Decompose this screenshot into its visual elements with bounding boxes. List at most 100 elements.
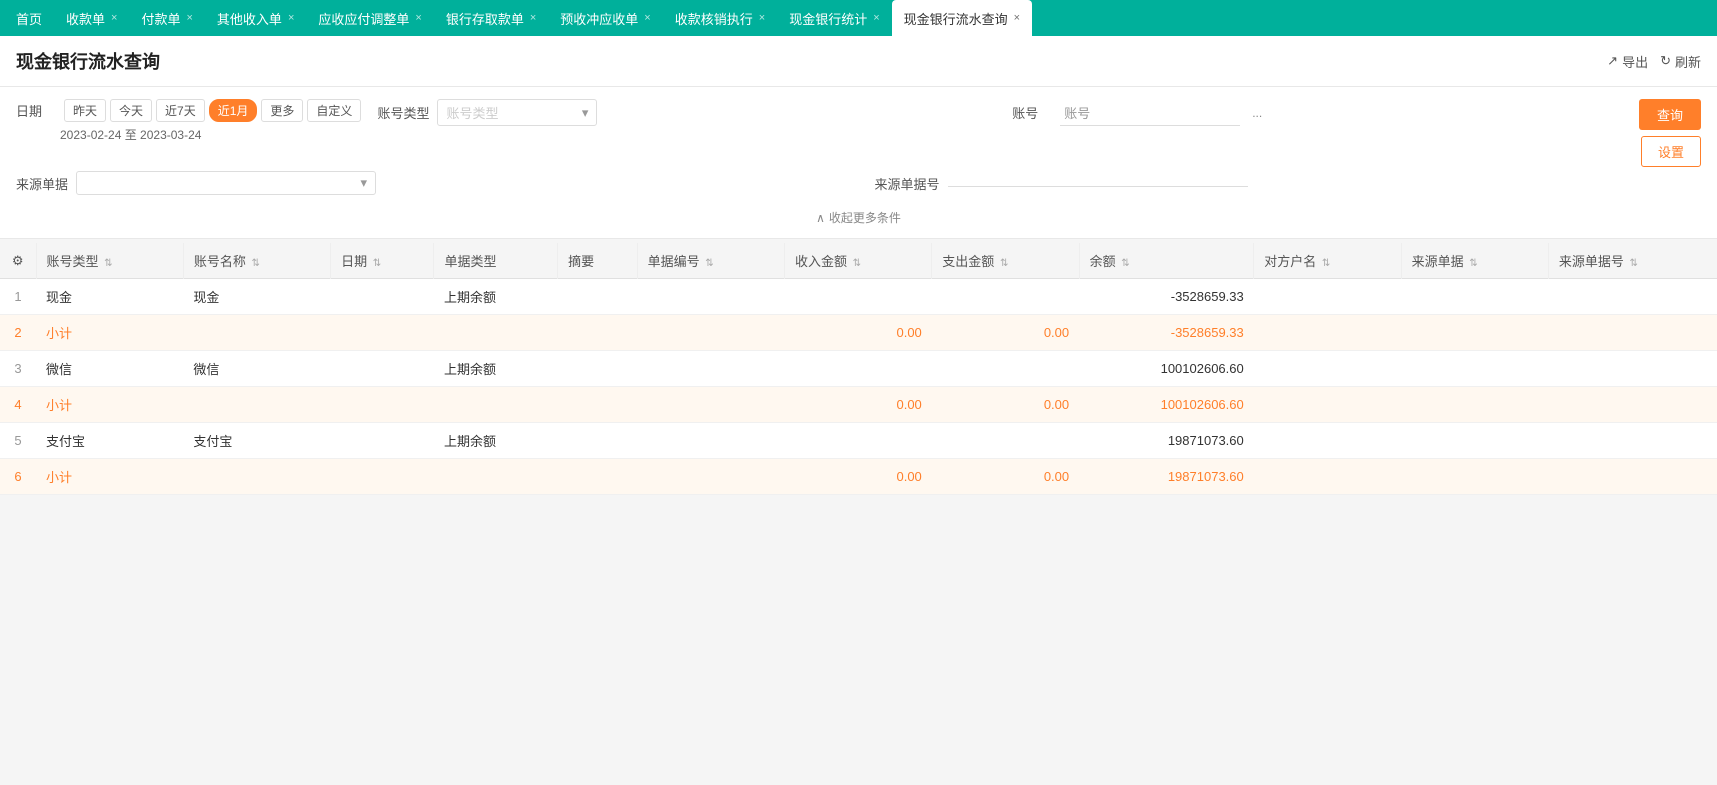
close-icon[interactable]: ×	[415, 12, 421, 24]
table-row[interactable]: 1现金现金上期余额-3528659.33	[0, 279, 1717, 315]
th-settings[interactable]: ⚙	[0, 243, 36, 279]
nav-item-payment[interactable]: 付款单 ×	[129, 0, 204, 36]
cell-source_bill_no	[1548, 387, 1717, 423]
page-title: 现金银行流水查询	[16, 48, 160, 74]
cell-index: 4	[0, 387, 36, 423]
close-icon[interactable]: ×	[1014, 12, 1020, 24]
th-expense[interactable]: 支出金额 ⇅	[932, 243, 1079, 279]
sort-icon: ⇅	[373, 258, 381, 269]
cell-income	[784, 351, 931, 387]
refresh-button[interactable]: ↻ 刷新	[1660, 52, 1701, 71]
close-icon[interactable]: ×	[530, 12, 536, 24]
sort-icon: ⇅	[104, 258, 112, 269]
date-btn-custom[interactable]: 自定义	[307, 99, 361, 122]
close-icon[interactable]: ×	[873, 12, 879, 24]
date-btn-yesterday[interactable]: 昨天	[64, 99, 106, 122]
cell-bill_no	[637, 351, 784, 387]
th-date[interactable]: 日期 ⇅	[331, 243, 434, 279]
account-input[interactable]: 账号	[1060, 100, 1240, 126]
th-account-type[interactable]: 账号类型 ⇅	[36, 243, 183, 279]
cell-date	[331, 315, 434, 351]
close-icon[interactable]: ×	[186, 12, 192, 24]
nav-item-statistics[interactable]: 现金银行统计 ×	[777, 0, 891, 36]
cell-source_bill_no	[1548, 459, 1717, 495]
more-icon[interactable]: ...	[1252, 106, 1262, 120]
collapse-label: 收起更多条件	[829, 209, 901, 226]
nav-label-other-income: 其他收入单	[217, 9, 282, 28]
cell-account_name: 微信	[183, 351, 330, 387]
table-row[interactable]: 2小计0.000.00-3528659.33	[0, 315, 1717, 351]
th-bill-type[interactable]: 单据类型	[434, 243, 558, 279]
table-row[interactable]: 6小计0.000.0019871073.60	[0, 459, 1717, 495]
nav-label-flow-query: 现金银行流水查询	[904, 9, 1008, 28]
th-source-bill-no[interactable]: 来源单据号 ⇅	[1548, 243, 1717, 279]
cell-bill_no	[637, 423, 784, 459]
nav-item-verify[interactable]: 收款核销执行 ×	[663, 0, 777, 36]
cell-account_type: 现金	[36, 279, 183, 315]
table-row[interactable]: 3微信微信上期余额100102606.60	[0, 351, 1717, 387]
cell-bill_type: 上期余额	[434, 351, 558, 387]
th-source-bill[interactable]: 来源单据 ⇅	[1401, 243, 1548, 279]
close-icon[interactable]: ×	[111, 12, 117, 24]
nav-item-receipt[interactable]: 收款单 ×	[54, 0, 129, 36]
export-button[interactable]: ↗ 导出	[1607, 52, 1648, 71]
table-header-row: ⚙ 账号类型 ⇅ 账号名称 ⇅ 日期 ⇅ 单据类型 摘要	[0, 243, 1717, 279]
cell-income: 0.00	[784, 387, 931, 423]
nav-label-prepaid: 预收冲应收单	[560, 9, 638, 28]
table-area: ⚙ 账号类型 ⇅ 账号名称 ⇅ 日期 ⇅ 单据类型 摘要	[0, 243, 1717, 495]
nav-label-bank-transfer: 银行存取款单	[446, 9, 524, 28]
cell-account_type: 支付宝	[36, 423, 183, 459]
query-button[interactable]: 查询	[1639, 99, 1701, 130]
sort-icon: ⇅	[1322, 258, 1330, 269]
cell-source_bill	[1401, 423, 1548, 459]
th-income[interactable]: 收入金额 ⇅	[784, 243, 931, 279]
nav-label-verify: 收款核销执行	[675, 9, 753, 28]
nav-item-ar-adjust[interactable]: 应收应付调整单 ×	[306, 0, 433, 36]
cell-summary	[558, 279, 638, 315]
cell-income	[784, 423, 931, 459]
close-icon[interactable]: ×	[288, 12, 294, 24]
cell-balance: 19871073.60	[1079, 423, 1254, 459]
cell-index: 1	[0, 279, 36, 315]
header-actions: ↗ 导出 ↻ 刷新	[1607, 52, 1701, 71]
th-account-name[interactable]: 账号名称 ⇅	[183, 243, 330, 279]
cell-counterpart	[1254, 387, 1401, 423]
source-bill-select[interactable]: ▾	[76, 171, 376, 195]
close-icon[interactable]: ×	[644, 12, 650, 24]
th-income-label: 收入金额	[795, 254, 847, 269]
date-btn-more[interactable]: 更多	[261, 99, 303, 122]
nav-item-bank-transfer[interactable]: 银行存取款单 ×	[434, 0, 548, 36]
date-btn-1month[interactable]: 近1月	[209, 99, 258, 122]
cell-expense	[932, 423, 1079, 459]
source-bill-label: 来源单据	[16, 174, 68, 193]
date-btn-today[interactable]: 今天	[110, 99, 152, 122]
collapse-button[interactable]: ∧ 收起更多条件	[16, 205, 1701, 230]
close-icon[interactable]: ×	[759, 12, 765, 24]
th-bill-no[interactable]: 单据编号 ⇅	[637, 243, 784, 279]
date-btn-7days[interactable]: 近7天	[156, 99, 205, 122]
account-type-select[interactable]: 账号类型 ▾	[437, 99, 597, 126]
account-placeholder: 账号	[1064, 103, 1090, 122]
cell-bill_type: 上期余额	[434, 279, 558, 315]
cell-account_type: 小计	[36, 459, 183, 495]
sort-icon: ⇅	[705, 258, 713, 269]
nav-item-prepaid[interactable]: 预收冲应收单 ×	[548, 0, 662, 36]
cell-summary	[558, 423, 638, 459]
th-summary[interactable]: 摘要	[558, 243, 638, 279]
th-source-bill-label: 来源单据	[1412, 254, 1464, 269]
th-balance[interactable]: 余额 ⇅	[1079, 243, 1254, 279]
table-row[interactable]: 4小计0.000.00100102606.60	[0, 387, 1717, 423]
nav-item-home[interactable]: 首页	[4, 0, 54, 36]
cell-source_bill_no	[1548, 423, 1717, 459]
sort-icon: ⇅	[251, 258, 259, 269]
source-bill-no-input[interactable]	[948, 180, 1248, 187]
filter-second-row: 来源单据 ▾ 来源单据号	[16, 171, 1701, 195]
nav-item-other-income[interactable]: 其他收入单 ×	[205, 0, 306, 36]
cell-index: 3	[0, 351, 36, 387]
setting-button[interactable]: 设置	[1641, 136, 1701, 167]
table-row[interactable]: 5支付宝支付宝上期余额19871073.60	[0, 423, 1717, 459]
date-options: 昨天 今天 近7天 近1月 更多 自定义	[64, 99, 361, 122]
nav-item-flow-query[interactable]: 现金银行流水查询 ×	[892, 0, 1032, 36]
th-counterpart[interactable]: 对方户名 ⇅	[1254, 243, 1401, 279]
cell-counterpart	[1254, 351, 1401, 387]
